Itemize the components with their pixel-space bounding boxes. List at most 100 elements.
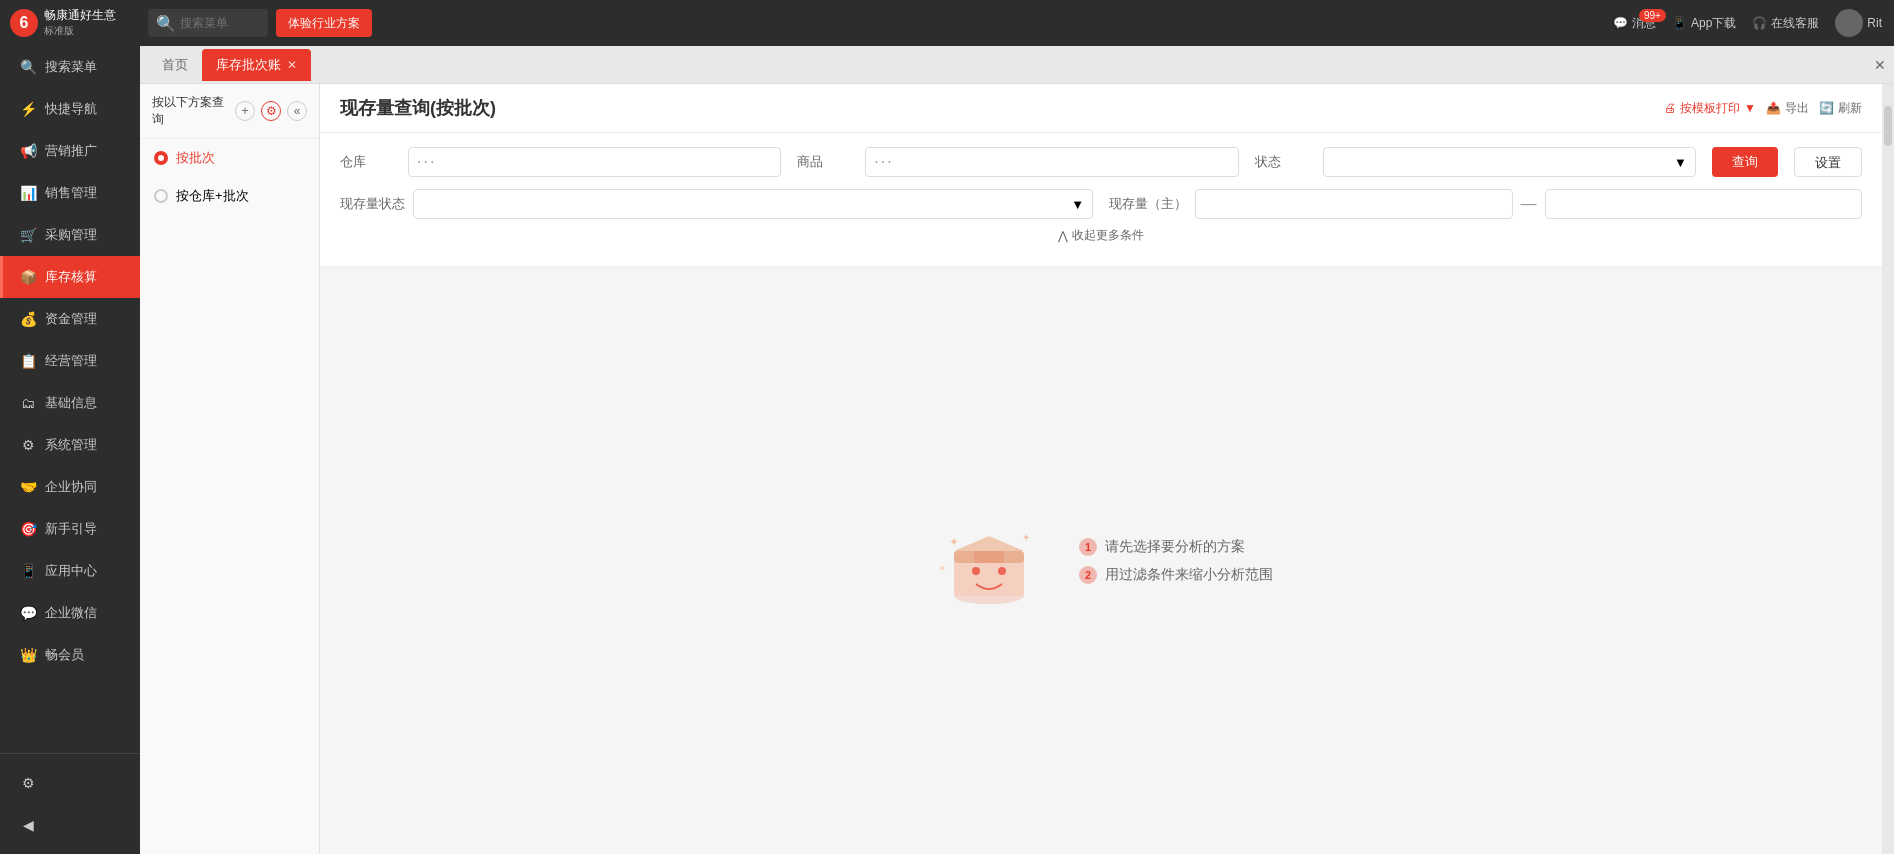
product-input[interactable]: ··· [865,147,1238,177]
sidebar-item-enterprise[interactable]: 🤝 企业协同 [0,466,140,508]
sidebar-item-operations[interactable]: 📋 经营管理 [0,340,140,382]
collapse-conditions-btn[interactable]: ⋀ 收起更多条件 [340,219,1862,252]
sidebar-bottom: ⚙ ◀ [0,753,140,854]
svg-marker-3 [954,536,1024,551]
sales-icon: 📊 [19,184,37,202]
export-btn[interactable]: 📤 导出 [1766,100,1809,117]
sidebar-item-apps[interactable]: 📱 应用中心 [0,550,140,592]
sidebar-collapse-btn[interactable]: ◀ [0,804,140,846]
tab-bar: 首页 库存批次账 ✕ ✕ [140,46,1894,84]
sidebar-item-quick[interactable]: ⚡ 快捷导航 [0,88,140,130]
topbar: 6 畅康通好生意 标准版 🔍 体验行业方案 💬 消息 99+ 📱 App下载 🎧… [0,0,1894,46]
sidebar-item-label: 搜索菜单 [45,58,97,76]
message-icon: 💬 [1613,16,1628,30]
app-version: 标准版 [44,24,116,38]
sidebar-item-marketing[interactable]: 📢 营销推广 [0,130,140,172]
dropdown-icon: ▼ [1674,155,1687,170]
print-dropdown-icon[interactable]: ▼ [1744,101,1756,115]
filter-panel-title: 按以下方案查询 [152,94,235,128]
warehouse-placeholder: ··· [417,153,436,171]
search-icon: 🔍 [156,14,176,33]
query-button[interactable]: 查询 [1712,147,1778,177]
search-input[interactable] [180,16,260,30]
stock-qty-max[interactable] [1545,189,1863,219]
export-label: 导出 [1785,100,1809,117]
stock-qty-min[interactable] [1195,189,1513,219]
sidebar-item-purchase[interactable]: 🛒 采购管理 [0,214,140,256]
filter-settings-btn[interactable]: ⚙ [261,101,281,121]
messages-btn[interactable]: 💬 消息 99+ [1613,15,1656,32]
right-scrollbar[interactable] [1882,84,1894,854]
printer-icon: 🖨 [1664,101,1676,115]
product-label: 商品 [797,153,857,171]
print-label: 按模板打印 [1680,100,1740,117]
logo-area: 6 畅康通好生意 标准版 [0,0,140,46]
basic-icon: 🗂 [19,394,37,412]
inventory-icon: 📦 [19,268,37,286]
refresh-label: 刷新 [1838,100,1862,117]
page-title: 现存量查询(按批次) [340,96,496,120]
print-btn[interactable]: 🖨 按模板打印 ▼ [1664,100,1756,117]
warehouse-input[interactable]: ··· [408,147,781,177]
main-layout: 🔍 搜索菜单 ⚡ 快捷导航 📢 营销推广 📊 销售管理 🛒 采购管理 📦 库存核… [0,46,1894,854]
empty-text-area: 1 请先选择要分析的方案 2 用过滤条件来缩小分析范围 [1079,538,1273,584]
svg-text:✦: ✦ [1022,532,1030,543]
sidebar-item-label: 企业协同 [45,478,97,496]
sidebar-settings-btn[interactable]: ⚙ [0,762,140,804]
filter-radio-inner [158,155,164,161]
scrollbar-thumb[interactable] [1884,106,1892,146]
sidebar-item-label: 营销推广 [45,142,97,160]
export-icon: 📤 [1766,101,1781,115]
tab-inventory-batch[interactable]: 库存批次账 ✕ [202,49,311,81]
marketing-icon: 📢 [19,142,37,160]
filter-conditions: 仓库 ··· 商品 ··· 状态 [320,133,1882,267]
qty-divider: — [1521,195,1537,213]
member-icon: 👑 [19,646,37,664]
app-download-label: App下载 [1691,15,1736,32]
refresh-btn[interactable]: 🔄 刷新 [1819,100,1862,117]
empty-illustration: ✦ ✦ ✦ [929,501,1049,621]
filter-panel: 按以下方案查询 + ⚙ « 按批次 按仓库+批次 [140,84,320,854]
content-area: 首页 库存批次账 ✕ ✕ 按以下方案查询 + ⚙ « [140,46,1894,854]
menu-search[interactable]: 🔍 [148,9,268,37]
sidebar-item-member[interactable]: 👑 畅会员 [0,634,140,676]
guide-icon: 🎯 [19,520,37,538]
filter-row-2: 现存量状态 ▼ 现存量（主） — [340,189,1862,219]
online-service-btn[interactable]: 🎧 在线客服 [1752,15,1819,32]
sidebar-item-label: 畅会员 [45,646,84,664]
filter-item-warehouse-batch[interactable]: 按仓库+批次 [140,177,319,215]
collapse-icon: ◀ [19,816,37,834]
filter-item-batch[interactable]: 按批次 [140,139,319,177]
headset-icon: 🎧 [1752,16,1767,30]
app-download-btn[interactable]: 📱 App下载 [1672,15,1736,32]
sidebar-item-system[interactable]: ⚙ 系统管理 [0,424,140,466]
topbar-right: 💬 消息 99+ 📱 App下载 🎧 在线客服 Rit [1613,9,1882,37]
sidebar-item-inventory[interactable]: 📦 库存核算 [0,256,140,298]
settings-button[interactable]: 设置 [1794,147,1862,177]
stock-status-select[interactable]: ▼ [413,189,1093,219]
filter-add-btn[interactable]: + [235,101,255,121]
sidebar-item-wechat[interactable]: 💬 企业微信 [0,592,140,634]
sidebar-item-search[interactable]: 🔍 搜索菜单 [0,46,140,88]
sidebar-item-basic[interactable]: 🗂 基础信息 [0,382,140,424]
sidebar-item-finance[interactable]: 💰 资金管理 [0,298,140,340]
logo-icon: 6 [10,9,38,37]
tab-home[interactable]: 首页 [148,49,202,81]
sidebar-item-label: 新手引导 [45,520,97,538]
sidebar-item-label: 资金管理 [45,310,97,328]
sidebar-item-guide[interactable]: 🎯 新手引导 [0,508,140,550]
status-select[interactable]: ▼ [1323,147,1696,177]
wechat-icon: 💬 [19,604,37,622]
sidebar: 🔍 搜索菜单 ⚡ 快捷导航 📢 营销推广 📊 销售管理 🛒 采购管理 📦 库存核… [0,46,140,854]
app-download-icon: 📱 [1672,16,1687,30]
tab-close-all-icon[interactable]: ✕ [1874,57,1886,73]
sidebar-item-sales[interactable]: 📊 销售管理 [0,172,140,214]
tab-close-icon[interactable]: ✕ [287,58,297,72]
enterprise-icon: 🤝 [19,478,37,496]
dropdown-icon: ▼ [1071,197,1084,212]
experience-btn[interactable]: 体验行业方案 [276,9,372,37]
stock-qty-field: 现存量（主） — [1109,189,1862,219]
user-avatar-btn[interactable]: Rit [1835,9,1882,37]
filter-collapse-btn[interactable]: « [287,101,307,121]
status-label: 状态 [1255,153,1315,171]
